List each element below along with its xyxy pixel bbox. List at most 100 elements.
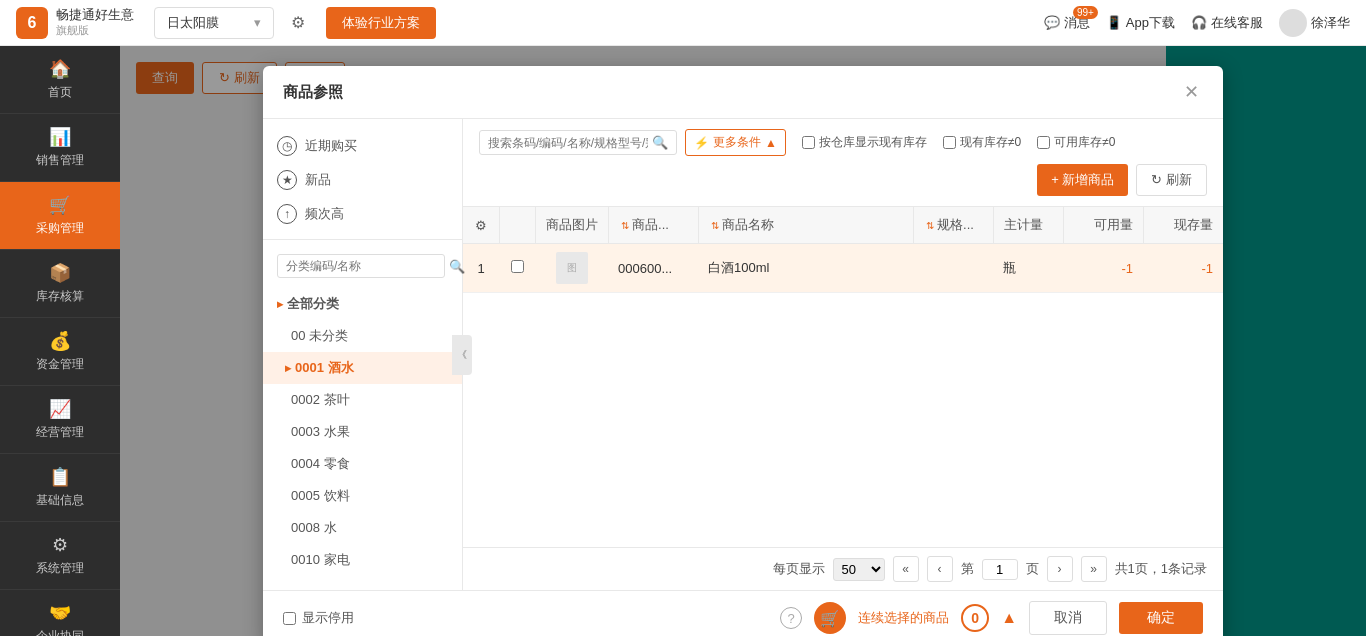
col-settings[interactable]: ⚙: [463, 207, 499, 244]
cancel-button[interactable]: 取消: [1029, 601, 1107, 635]
sidebar-label-finance: 资金管理: [36, 356, 84, 373]
more-conditions-label: 更多条件: [713, 134, 761, 151]
store-name: 日太阳膜: [167, 14, 219, 32]
category-tree: ▶ 全部分类 00 未分类 ▶ 0001 酒水 0002 茶: [263, 284, 462, 580]
category-snack[interactable]: 0004 零食: [263, 448, 462, 480]
table-row[interactable]: 1 图 000600... 白酒100ml: [463, 244, 1223, 293]
home-icon: 🏠: [49, 58, 71, 80]
table-body: 1 图 000600... 白酒100ml: [463, 244, 1223, 293]
more-conditions-btn[interactable]: ⚡ 更多条件 ▲: [685, 129, 786, 156]
category-appliance[interactable]: 0010 家电: [263, 544, 462, 576]
quick-list: ◷ 近期购买 ★ 新品 ↑ 频次高: [263, 129, 462, 240]
collapse-panel-btn[interactable]: 《: [452, 335, 472, 375]
checkbox-avail-nonzero-input[interactable]: [1037, 136, 1050, 149]
category-water[interactable]: 0008 水: [263, 512, 462, 544]
show-disabled-label[interactable]: 显示停用: [283, 609, 354, 627]
checkbox-avail-nonzero[interactable]: 可用库存≠0: [1037, 134, 1115, 151]
filter-bar: 🔍 ⚡ 更多条件 ▲ 按仓库显示现有库存: [463, 119, 1223, 207]
col-spec-header[interactable]: ⇅ 规格...: [913, 207, 993, 244]
product-table: ⚙ 商品图片 ⇅ 商品... ⇅ 商品名称: [463, 207, 1223, 293]
cell-stock: -1: [1143, 244, 1223, 293]
category-tea-label: 0002 茶叶: [291, 391, 350, 409]
cell-code: 000600...: [608, 244, 698, 293]
store-selector[interactable]: 日太阳膜 ▾: [154, 7, 274, 39]
sidebar-label-operations: 经营管理: [36, 424, 84, 441]
nav-right: 💬 消息 99+ 📱 App下载 🎧 在线客服 徐泽华: [1044, 9, 1350, 37]
action-btns: + 新增商品 ↻ 刷新: [1037, 164, 1207, 196]
checkbox-warehouse-input[interactable]: [802, 136, 815, 149]
category-tea[interactable]: 0002 茶叶: [263, 384, 462, 416]
quick-item-frequent[interactable]: ↑ 频次高: [263, 197, 462, 231]
confirm-button[interactable]: 确定: [1119, 602, 1203, 634]
headset-icon: 🎧: [1191, 15, 1207, 30]
operations-icon: 📈: [49, 398, 71, 420]
sidebar-item-purchase[interactable]: 🛒 采购管理: [0, 182, 120, 250]
cart-icon: 🛒: [814, 602, 846, 634]
gear-button[interactable]: ⚙: [282, 7, 314, 39]
next-page-btn[interactable]: ›: [1047, 556, 1073, 582]
quick-item-new[interactable]: ★ 新品: [263, 163, 462, 197]
help-icon[interactable]: ?: [780, 607, 802, 629]
sidebar-item-system[interactable]: ⚙ 系统管理: [0, 522, 120, 590]
modal-close-button[interactable]: ✕: [1179, 80, 1203, 104]
row-checkbox[interactable]: [511, 260, 524, 273]
sidebar-item-sales[interactable]: 📊 销售管理: [0, 114, 120, 182]
category-search-icon[interactable]: 🔍: [449, 259, 465, 274]
user-area[interactable]: 徐泽华: [1279, 9, 1350, 37]
product-search-icon[interactable]: 🔍: [652, 135, 668, 150]
category-all-label: 全部分类: [287, 295, 339, 313]
show-disabled-checkbox[interactable]: [283, 612, 296, 625]
dropdown-arrow-icon: ▾: [254, 15, 261, 30]
modal-title: 商品参照: [283, 83, 343, 102]
online-service-btn[interactable]: 🎧 在线客服: [1191, 14, 1263, 32]
category-beverage[interactable]: 0005 饮料: [263, 480, 462, 512]
checkbox-warehouse[interactable]: 按仓库显示现有库存: [802, 134, 927, 151]
product-search-input[interactable]: [488, 136, 648, 150]
filter-icon: ⚡: [694, 136, 709, 150]
prev-page-btn[interactable]: ‹: [927, 556, 953, 582]
sidebar-item-corp[interactable]: 🤝 企业协同: [0, 590, 120, 636]
category-all[interactable]: ▶ 全部分类: [263, 288, 462, 320]
col-name-header[interactable]: ⇅ 商品名称: [698, 207, 913, 244]
cell-check[interactable]: [499, 244, 535, 293]
cell-num: 1: [463, 244, 499, 293]
message-btn[interactable]: 💬 消息 99+: [1044, 14, 1090, 32]
pagination-bar: 每页显示 50 20 100 « ‹ 第 页 ›: [463, 547, 1223, 590]
page-size-select[interactable]: 50 20 100: [833, 558, 885, 581]
col-code-header[interactable]: ⇅ 商品...: [608, 207, 698, 244]
category-uncategorized[interactable]: 00 未分类: [263, 320, 462, 352]
collapse-up-icon[interactable]: ▲: [1001, 609, 1017, 627]
purchase-icon: 🛒: [49, 194, 71, 216]
sort-icon-code: ⇅: [621, 220, 629, 231]
add-product-btn[interactable]: + 新增商品: [1037, 164, 1128, 196]
category-liquor[interactable]: ▶ 0001 酒水: [263, 352, 462, 384]
last-page-btn[interactable]: »: [1081, 556, 1107, 582]
first-page-btn[interactable]: «: [893, 556, 919, 582]
page-suffix: 页: [1026, 560, 1039, 578]
checkbox-avail-nonzero-label: 可用库存≠0: [1054, 134, 1115, 151]
checkbox-nonzero[interactable]: 现有库存≠0: [943, 134, 1021, 151]
category-water-label: 0008 水: [291, 519, 337, 537]
page-number-input[interactable]: [982, 559, 1018, 580]
sidebar-item-inventory[interactable]: 📦 库存核算: [0, 250, 120, 318]
category-liquor-label: 0001 酒水: [295, 359, 354, 377]
sidebar-item-operations[interactable]: 📈 经营管理: [0, 386, 120, 454]
checkbox-nonzero-label: 现有库存≠0: [960, 134, 1021, 151]
category-fruit[interactable]: 0003 水果: [263, 416, 462, 448]
phone-icon: 📱: [1106, 15, 1122, 30]
col-unit-header: 主计量: [993, 207, 1063, 244]
sidebar-item-basics[interactable]: 📋 基础信息: [0, 454, 120, 522]
category-search-input[interactable]: [277, 254, 445, 278]
exp-btn[interactable]: 体验行业方案: [326, 7, 436, 39]
refresh-btn[interactable]: ↻ 刷新: [1136, 164, 1207, 196]
quick-item-recent[interactable]: ◷ 近期购买: [263, 129, 462, 163]
checkbox-nonzero-input[interactable]: [943, 136, 956, 149]
col-stock-header: 现存量: [1143, 207, 1223, 244]
new-label: 新品: [305, 171, 331, 189]
app-download-btn[interactable]: 📱 App下载: [1106, 14, 1175, 32]
message-icon: 💬: [1044, 15, 1060, 30]
sidebar-item-home[interactable]: 🏠 首页: [0, 46, 120, 114]
category-search-area: 🔍: [263, 248, 462, 284]
sidebar-label-system: 系统管理: [36, 560, 84, 577]
sidebar-item-finance[interactable]: 💰 资金管理: [0, 318, 120, 386]
